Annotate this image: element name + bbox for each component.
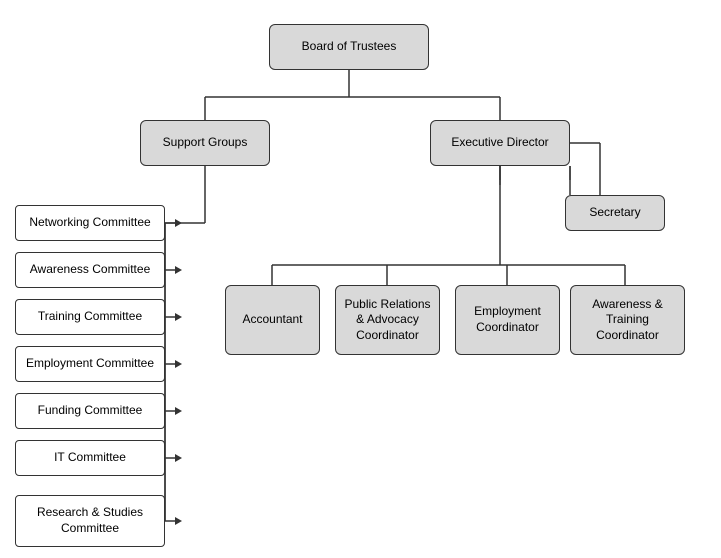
org-chart: Board of Trustees Support Groups Executi… (0, 0, 721, 558)
research-committee-node: Research & Studies Committee (15, 495, 165, 547)
networking-committee-node: Networking Committee (15, 205, 165, 241)
board-node: Board of Trustees (269, 24, 429, 70)
employment-committee-node: Employment Committee (15, 346, 165, 382)
awareness-training-coordinator-node: Awareness & Training Coordinator (570, 285, 685, 355)
secretary-node: Secretary (565, 195, 665, 231)
employment-coordinator-node: Employment Coordinator (455, 285, 560, 355)
accountant-node: Accountant (225, 285, 320, 355)
pr-coordinator-node: Public Relations & Advocacy Coordinator (335, 285, 440, 355)
awareness-committee-node: Awareness Committee (15, 252, 165, 288)
support-groups-node: Support Groups (140, 120, 270, 166)
it-committee-node: IT Committee (15, 440, 165, 476)
executive-director-node: Executive Director (430, 120, 570, 166)
training-committee-node: Training Committee (15, 299, 165, 335)
funding-committee-node: Funding Committee (15, 393, 165, 429)
